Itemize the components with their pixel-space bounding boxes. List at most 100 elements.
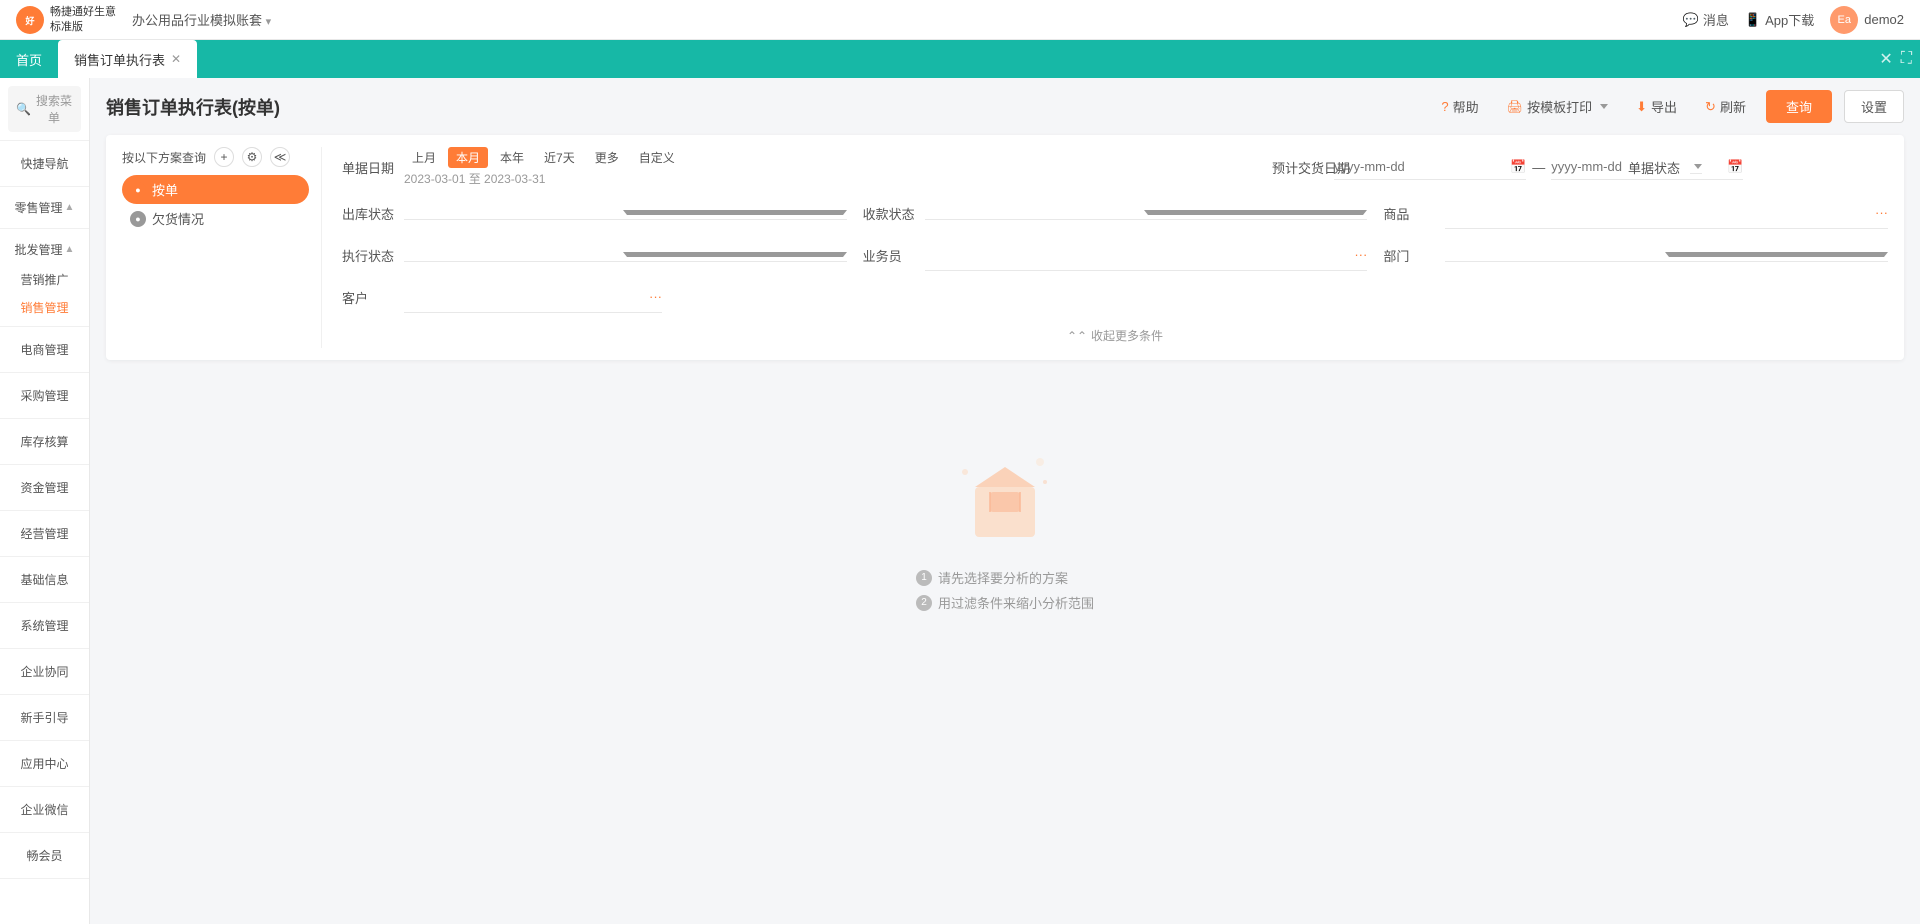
refresh-icon: ↻ bbox=[1705, 99, 1716, 115]
department-dropdown[interactable] bbox=[1445, 248, 1888, 262]
download-icon: 📱 bbox=[1745, 12, 1761, 28]
settings-btn[interactable]: 设置 bbox=[1844, 90, 1904, 123]
export-btn[interactable]: ⬇ 导出 bbox=[1628, 93, 1685, 120]
sidebar-inventory-btn[interactable]: 库存核算 bbox=[6, 425, 83, 458]
help-btn[interactable]: ? 帮助 bbox=[1433, 93, 1486, 120]
ship-status-label: 出库状态 bbox=[342, 204, 398, 223]
goods-input[interactable] bbox=[1445, 201, 1875, 224]
date-field-label: 单据日期 bbox=[342, 158, 398, 177]
message-btn[interactable]: 💬 消息 bbox=[1683, 10, 1729, 29]
content-area: 销售订单执行表(按单) ? 帮助 🖨 按模板打印 ⬇ 导出 ↻ 刷新 bbox=[90, 78, 1920, 924]
scheme-欠货情况[interactable]: ● 欠货情况 bbox=[122, 204, 309, 233]
tab-sales-exec[interactable]: 销售订单执行表 ✕ bbox=[58, 40, 197, 78]
scheme-add-btn[interactable]: + bbox=[214, 147, 234, 167]
empty-tip-2: 2 用过滤条件来缩小分析范围 bbox=[916, 593, 1094, 612]
sidebar-enterprise-wechat: 企业微信 bbox=[0, 787, 89, 833]
collapse-btn[interactable]: ⌃⌃ 收起更多条件 bbox=[1055, 323, 1175, 348]
retail-mgmt-header[interactable]: 零售管理 ▲ bbox=[6, 193, 83, 222]
sidebar-retail-mgmt: 零售管理 ▲ bbox=[0, 187, 89, 229]
logo-text: 畅捷通好生意 标准版 bbox=[50, 5, 116, 34]
sidebar-wholesale-mgmt: 批发管理 ▲ 营销推广 销售管理 bbox=[0, 229, 89, 327]
scheme-按单[interactable]: ● 按单 bbox=[122, 175, 309, 204]
goods-ellipsis-icon[interactable]: ··· bbox=[1875, 205, 1888, 220]
date-btn-this-year[interactable]: 本年 bbox=[492, 147, 532, 168]
sidebar-basic-info-btn[interactable]: 基础信息 bbox=[6, 563, 83, 596]
sidebar-membership-btn[interactable]: 畅会员 bbox=[6, 839, 83, 872]
customer-input[interactable] bbox=[404, 285, 649, 308]
salesperson-input[interactable] bbox=[925, 243, 1355, 266]
tip-num-1: 1 bbox=[916, 570, 932, 586]
logo-icon: 好 bbox=[16, 6, 44, 34]
tabbar: 首页 销售订单执行表 ✕ ✕ ⛶ bbox=[0, 40, 1920, 78]
sidebar-new-guide: 新手引导 bbox=[0, 695, 89, 741]
tab-close-btn[interactable]: ✕ bbox=[1879, 49, 1892, 69]
customer-ellipsis-icon[interactable]: ··· bbox=[649, 289, 662, 304]
doc-status-dropdown[interactable] bbox=[1690, 160, 1702, 174]
tab-home[interactable]: 首页 bbox=[0, 40, 58, 78]
filter-main-panel: 按以下方案查询 + ⚙ ≪ ● 按单 ● 欠货情况 bbox=[122, 147, 1888, 348]
sidebar-purchase: 采购管理 bbox=[0, 373, 89, 419]
template-print-btn[interactable]: 🖨 按模板打印 bbox=[1499, 93, 1617, 120]
topbar-right: 💬 消息 📱 App下载 Ea demo2 bbox=[1683, 6, 1904, 34]
filter-row-3: 执行状态 业务员 ··· bbox=[342, 239, 1888, 271]
title-chevron-icon[interactable]: ▾ bbox=[266, 16, 272, 28]
sidebar-ecommerce-btn[interactable]: 电商管理 bbox=[6, 333, 83, 366]
page-actions: ? 帮助 🖨 按模板打印 ⬇ 导出 ↻ 刷新 查询 设置 bbox=[1433, 90, 1904, 123]
sidebar-purchase-btn[interactable]: 采购管理 bbox=[6, 379, 83, 412]
date-btn-last-7days[interactable]: 近7天 bbox=[536, 147, 583, 168]
ship-status-dropdown[interactable] bbox=[404, 206, 847, 220]
expected-date-label: 预计交货日期 bbox=[1272, 158, 1328, 177]
user-profile-btn[interactable]: Ea demo2 bbox=[1830, 6, 1904, 34]
exec-status-dropdown[interactable] bbox=[404, 248, 847, 262]
collapse-row: ⌃⌃ 收起更多条件 bbox=[342, 323, 1888, 348]
sidebar-new-guide-btn[interactable]: 新手引导 bbox=[6, 701, 83, 734]
sidebar-membership: 畅会员 bbox=[0, 833, 89, 879]
tab-close-icon[interactable]: ✕ bbox=[171, 52, 181, 66]
tab-maximize-btn[interactable]: ⛶ bbox=[1901, 50, 1912, 68]
search-menu-btn[interactable]: 🔍 搜索菜单 bbox=[8, 86, 81, 132]
query-btn[interactable]: 查询 bbox=[1766, 90, 1832, 123]
app-download-btn[interactable]: 📱 App下载 bbox=[1745, 10, 1814, 29]
scheme-header: 按以下方案查询 + ⚙ ≪ bbox=[122, 147, 309, 167]
sidebar-app-center-btn[interactable]: 应用中心 bbox=[6, 747, 83, 780]
topbar: 好 畅捷通好生意 标准版 办公用品行业模拟账套 ▾ 💬 消息 📱 App下载 E… bbox=[0, 0, 1920, 40]
filter-row-2: 出库状态 收款状态 bbox=[342, 197, 1888, 229]
scheme-settings-btn[interactable]: ⚙ bbox=[242, 147, 262, 167]
svg-text:好: 好 bbox=[24, 15, 34, 26]
quick-nav-btn[interactable]: 快捷导航 bbox=[6, 149, 83, 178]
sidebar-system-mgmt-btn[interactable]: 系统管理 bbox=[6, 609, 83, 642]
sidebar-marketing[interactable]: 营销推广 bbox=[8, 266, 81, 293]
app-title: 办公用品行业模拟账套 ▾ bbox=[132, 10, 271, 29]
print-icon: 🖨 bbox=[1507, 99, 1524, 115]
refresh-btn[interactable]: ↻ 刷新 bbox=[1697, 93, 1754, 120]
empty-illustration bbox=[945, 432, 1065, 552]
date-range-text: 2023-03-01 至 2023-03-31 bbox=[404, 170, 1256, 187]
quick-nav-section: 快捷导航 bbox=[0, 141, 89, 187]
search-icon: 🔍 bbox=[16, 102, 31, 116]
doc-status-label: 单据状态 bbox=[1628, 158, 1684, 177]
date-btn-custom[interactable]: 自定义 bbox=[631, 147, 683, 168]
filter-fields: 单据日期 上月 本月 本年 近7天 更多 自定义 20 bbox=[326, 147, 1888, 348]
salesperson-input-wrap: ··· bbox=[925, 239, 1368, 271]
sidebar-ops-btn[interactable]: 经营管理 bbox=[6, 517, 83, 550]
wholesale-collapse-icon: ▲ bbox=[65, 244, 75, 255]
salesperson-ellipsis-icon[interactable]: ··· bbox=[1354, 247, 1367, 262]
payment-status-dropdown[interactable] bbox=[925, 206, 1368, 220]
message-icon: 💬 bbox=[1683, 12, 1699, 28]
date-btn-last-month[interactable]: 上月 bbox=[404, 147, 444, 168]
payment-status-chevron-icon bbox=[1144, 210, 1367, 215]
sidebar-enterprise-coop-btn[interactable]: 企业协同 bbox=[6, 655, 83, 688]
sidebar-enterprise-wechat-btn[interactable]: 企业微信 bbox=[6, 793, 83, 826]
scheme-collapse-btn[interactable]: ≪ bbox=[270, 147, 290, 167]
date-btn-more[interactable]: 更多 bbox=[587, 147, 627, 168]
wholesale-mgmt-header[interactable]: 批发管理 ▲ bbox=[6, 235, 83, 264]
goods-field: 商品 ··· bbox=[1383, 197, 1888, 229]
scheme-dot-icon: ● bbox=[130, 182, 146, 198]
avatar: Ea bbox=[1830, 6, 1858, 34]
print-dropdown-icon bbox=[1600, 104, 1608, 109]
expected-date-start[interactable] bbox=[1334, 159, 1510, 174]
sidebar-sales-mgmt[interactable]: 销售管理 bbox=[8, 294, 81, 321]
payment-status-label: 收款状态 bbox=[863, 204, 919, 223]
sidebar-finance-btn[interactable]: 资金管理 bbox=[6, 471, 83, 504]
date-btn-this-month[interactable]: 本月 bbox=[448, 147, 488, 168]
